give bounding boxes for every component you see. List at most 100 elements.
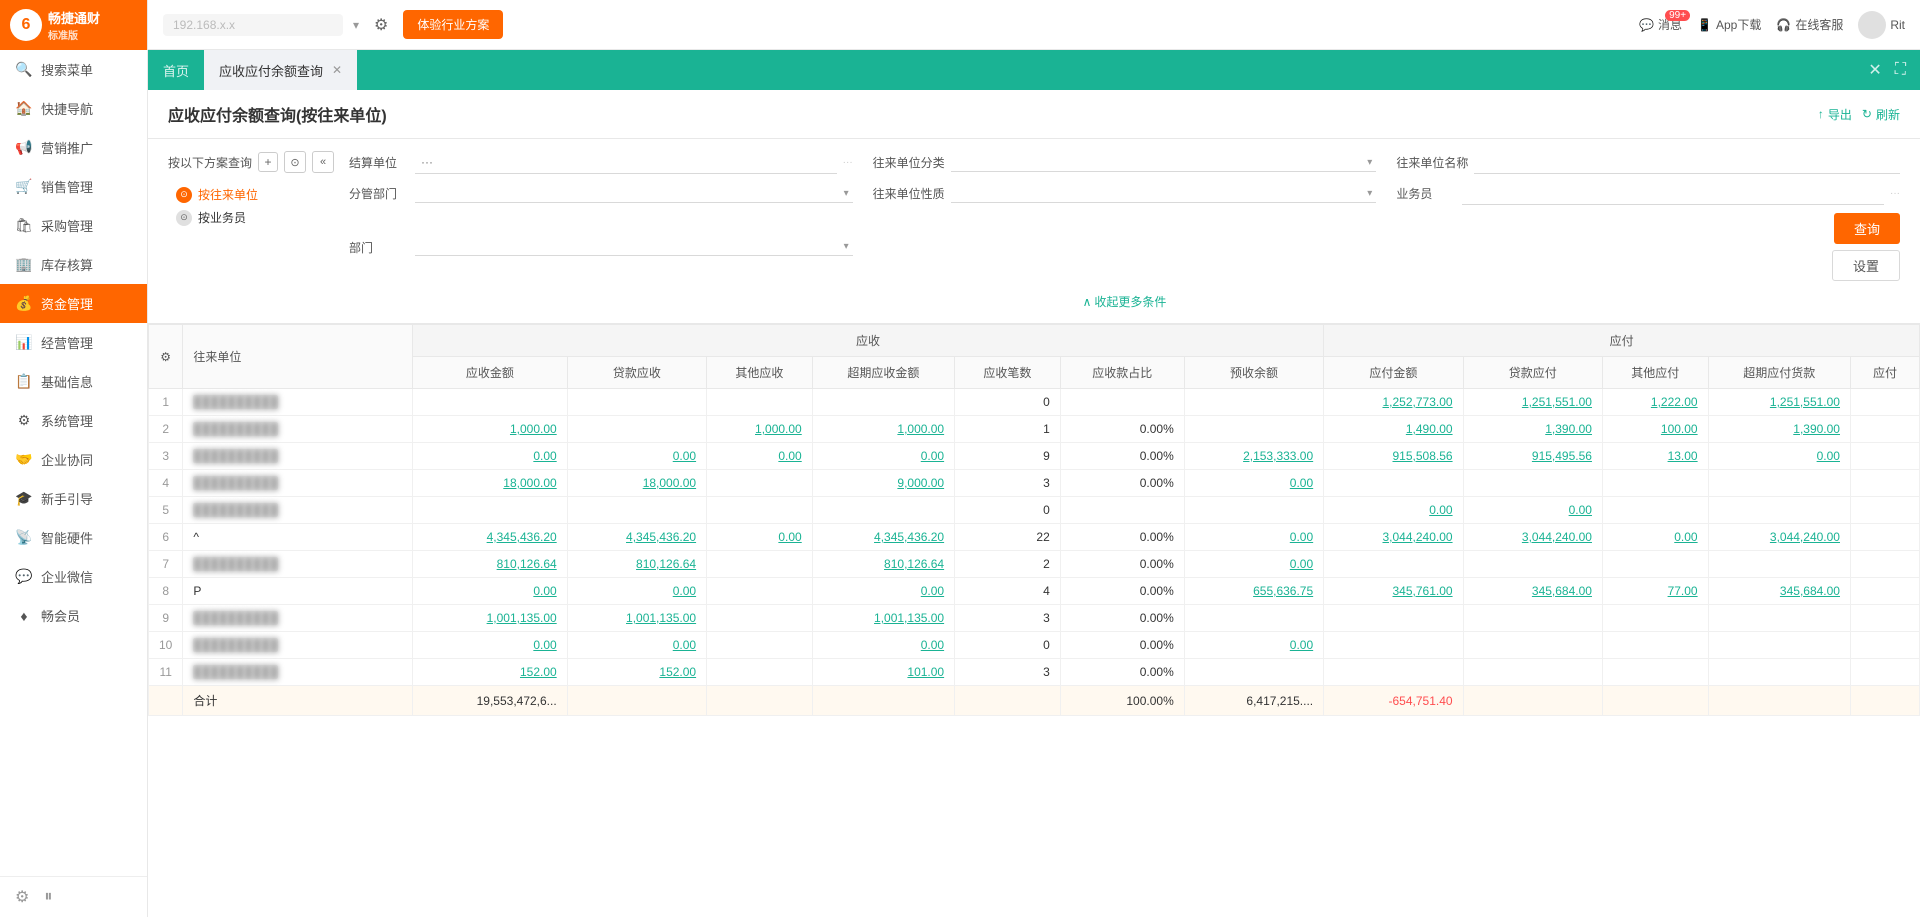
tab-home[interactable]: 首页 — [148, 50, 204, 90]
sidebar-item-collab[interactable]: 🤝 企业协同 — [0, 440, 147, 479]
cell-ap_amount[interactable]: 1,252,773.00 — [1324, 389, 1463, 416]
online-service-button[interactable]: 🎧 在线客服 — [1776, 16, 1843, 33]
sidebar-item-purchase[interactable]: 🛍 采购管理 — [0, 206, 147, 245]
tab-close-icon[interactable]: ✕ — [332, 63, 342, 77]
wanglai-name-input[interactable] — [1474, 151, 1900, 174]
collapse-more-button[interactable]: ∧ 收起更多条件 — [349, 289, 1900, 314]
cell-ap_overdue: 0.00 — [1708, 443, 1850, 470]
sidebar-item-marketing[interactable]: 📢 营销推广 — [0, 128, 147, 167]
col-ar-other: 其他应收 — [707, 357, 813, 389]
business-input[interactable] — [1462, 182, 1884, 205]
setting-button[interactable]: 设置 — [1832, 250, 1900, 281]
cell-ap_amount[interactable]: 0.00 — [1324, 497, 1463, 524]
sidebar: 6 畅捷通财 标准版 🔍 搜索菜单 🏠 快捷导航 📢 营销推广 🛒 销售管理 🛍… — [0, 0, 148, 917]
table-container[interactable]: ⚙ 往来单位 应收 应付 应收金额 贷款应收 其他应收 超期应收金额 应收笔数 … — [148, 324, 1920, 917]
sidebar-item-fund[interactable]: 💰 资金管理 — [0, 284, 147, 323]
cell-ar_amount[interactable] — [412, 497, 567, 524]
sidebar-item-sales[interactable]: 🛒 销售管理 — [0, 167, 147, 206]
sidebar-item-basic[interactable]: 📋 基础信息 — [0, 362, 147, 401]
cell-ar_other — [707, 470, 813, 497]
wanglai-nature-select[interactable]: ▾ — [951, 185, 1377, 203]
sidebar-item-hardware[interactable]: 📡 智能硬件 — [0, 518, 147, 557]
schema-by-unit[interactable]: ⊙ 按往来单位 — [168, 183, 334, 206]
cell-ap_amount[interactable]: 915,508.56 — [1324, 443, 1463, 470]
chevron-down-icon-2: ▾ — [844, 188, 849, 199]
wanglai-category-select[interactable]: ▾ — [951, 154, 1377, 172]
collapse-icon[interactable]: ⏸ — [44, 888, 52, 906]
schema-by-staff[interactable]: ⊙ 按业务员 — [168, 206, 334, 229]
cell-ar_ratio: 0.00% — [1060, 659, 1184, 686]
tab-maximize-button[interactable]: ⛶ — [1891, 57, 1910, 83]
footer-label: 合计 — [183, 686, 413, 716]
refresh-button[interactable]: ↻ 刷新 — [1862, 106, 1900, 123]
data-table: ⚙ 往来单位 应收 应付 应收金额 贷款应收 其他应收 超期应收金额 应收笔数 … — [148, 324, 1920, 716]
cell-ap_amount[interactable] — [1324, 659, 1463, 686]
wechat-icon: 💬 — [15, 568, 33, 585]
cell-ar_prepay — [1184, 605, 1323, 632]
sidebar-item-wechat[interactable]: 💬 企业微信 — [0, 557, 147, 596]
cell-ar_amount[interactable]: 810,126.64 — [412, 551, 567, 578]
app-download-button[interactable]: 📱 App下载 — [1697, 16, 1761, 33]
cell-ap_amount[interactable] — [1324, 470, 1463, 497]
sidebar-item-search[interactable]: 🔍 搜索菜单 — [0, 50, 147, 89]
sidebar-item-member[interactable]: ♦ 畅会员 — [0, 596, 147, 635]
tab-close-window-button[interactable]: ✕ — [1864, 56, 1885, 84]
message-button[interactable]: 💬 消息 99+ — [1639, 16, 1682, 33]
cell-ar_amount[interactable]: 1,001,135.00 — [412, 605, 567, 632]
cell-ar_amount[interactable]: 0.00 — [412, 578, 567, 605]
cell-ar_overdue: 101.00 — [812, 659, 954, 686]
dept-select[interactable]: ▾ — [415, 238, 853, 256]
table-receivable-group: 应收 — [412, 325, 1323, 357]
row-num: 11 — [149, 659, 183, 686]
user-menu[interactable]: Rit — [1858, 11, 1905, 39]
cell-partner: ██████████ — [183, 416, 413, 443]
row-num: 3 — [149, 443, 183, 470]
settings-bottom-icon[interactable]: ⚙ — [15, 887, 29, 907]
sidebar-item-inventory[interactable]: 🏢 库存核算 — [0, 245, 147, 284]
cell-ap_overdue: 1,390.00 — [1708, 416, 1850, 443]
sidebar-item-guide[interactable]: 🎓 新手引导 — [0, 479, 147, 518]
sidebar-item-operate[interactable]: 📊 经营管理 — [0, 323, 147, 362]
cell-ar_ratio: 0.00% — [1060, 470, 1184, 497]
footer-ap_loan — [1463, 686, 1602, 716]
cell-ar_amount[interactable]: 1,000.00 — [412, 416, 567, 443]
cell-ap_amount[interactable] — [1324, 605, 1463, 632]
cell-ar_amount[interactable]: 152.00 — [412, 659, 567, 686]
topbar-gear-icon[interactable]: ⚙ — [369, 10, 393, 40]
filter-fields-grid: 结算单位 ··· 往来单位分类 ▾ 往来单位名称 — [349, 151, 1900, 281]
filter-collapse-button[interactable]: « — [312, 151, 334, 173]
jiesuan-input[interactable] — [415, 151, 837, 174]
footer-ap_overdue — [1708, 686, 1850, 716]
cell-ar_amount[interactable]: 18,000.00 — [412, 470, 567, 497]
fenguan-select[interactable]: ▾ — [415, 185, 853, 203]
solution-button[interactable]: 体验行业方案 — [403, 10, 503, 39]
tab-receivable[interactable]: 应收应付余额查询 ✕ — [204, 50, 357, 90]
table-settings-col[interactable]: ⚙ — [149, 325, 183, 389]
table-partner-header: 往来单位 — [183, 325, 413, 389]
col-ap-amount: 应付金额 — [1324, 357, 1463, 389]
topbar-chevron-icon[interactable]: ▾ — [353, 18, 359, 32]
footer-ap_other — [1602, 686, 1708, 716]
cell-ap_other — [1602, 470, 1708, 497]
cell-ar_amount[interactable]: 4,345,436.20 — [412, 524, 567, 551]
sidebar-bottom: ⚙ ⏸ — [0, 876, 147, 917]
cell-ar_loan — [567, 389, 706, 416]
filter-add-button[interactable]: + — [258, 152, 278, 172]
cell-ar_amount[interactable] — [412, 389, 567, 416]
export-button[interactable]: ↑ 导出 — [1818, 106, 1852, 123]
cell-ar_amount[interactable]: 0.00 — [412, 632, 567, 659]
cell-ap_amount[interactable] — [1324, 632, 1463, 659]
filter-fenguan: 分管部门 ▾ — [349, 182, 853, 205]
cell-ar_amount[interactable]: 0.00 — [412, 443, 567, 470]
topbar-address: 192.168.x.x — [163, 14, 343, 36]
query-button[interactable]: 查询 — [1834, 213, 1900, 244]
cell-ap_amount[interactable]: 3,044,240.00 — [1324, 524, 1463, 551]
cell-ap_amount[interactable]: 345,761.00 — [1324, 578, 1463, 605]
cell-ap_amount[interactable] — [1324, 551, 1463, 578]
cell-ar_overdue: 0.00 — [812, 578, 954, 605]
cell-ap_amount[interactable]: 1,490.00 — [1324, 416, 1463, 443]
filter-target-button[interactable]: ⊙ — [284, 151, 306, 173]
cell-ap_extra — [1850, 497, 1919, 524]
sidebar-item-system[interactable]: ⚙ 系统管理 — [0, 401, 147, 440]
sidebar-item-quick-nav[interactable]: 🏠 快捷导航 — [0, 89, 147, 128]
